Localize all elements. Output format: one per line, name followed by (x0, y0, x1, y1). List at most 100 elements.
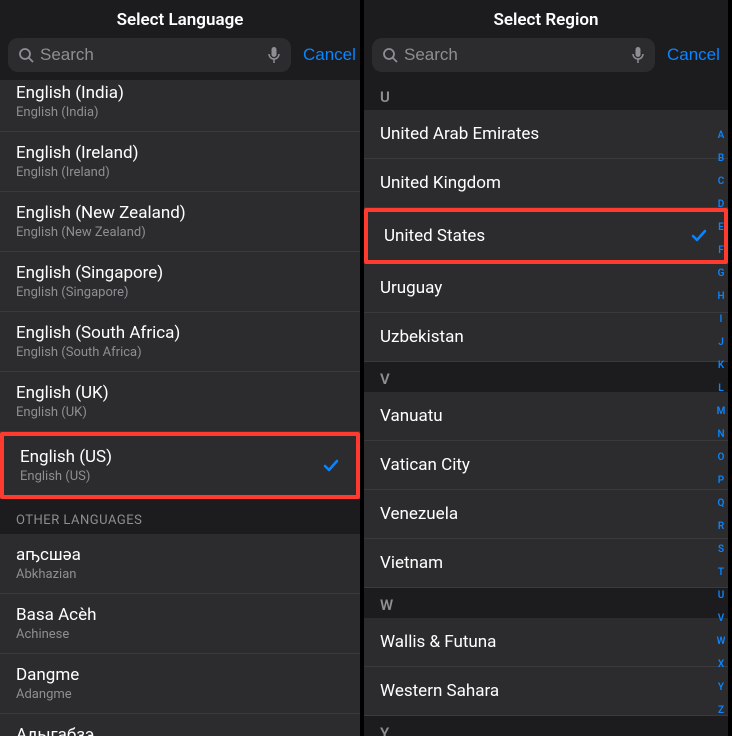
index-letter[interactable]: V (718, 613, 725, 625)
item-subtitle: English (South Africa) (16, 345, 344, 361)
index-letter[interactable]: I (720, 314, 723, 326)
index-letter[interactable]: N (717, 429, 724, 441)
index-letter[interactable]: T (718, 567, 724, 579)
section-letter-v: V (364, 362, 728, 392)
list-item[interactable]: DangmeAdangme (0, 654, 360, 714)
list-item[interactable]: аҧсшәаAbkhazian (0, 534, 360, 594)
cancel-button[interactable]: Cancel (299, 45, 360, 65)
page-title: Select Language (0, 0, 360, 38)
list-item[interactable]: English (New Zealand)English (New Zealan… (0, 192, 360, 252)
list-item[interactable]: Vanuatu (364, 392, 728, 441)
item-subtitle: English (New Zealand) (16, 225, 344, 241)
item-title: Western Sahara (380, 680, 712, 702)
search-input[interactable] (404, 45, 625, 65)
list-item[interactable]: United States (364, 208, 728, 264)
item-title: English (US) (20, 446, 340, 468)
index-letter[interactable]: H (717, 291, 724, 303)
item-subtitle: English (Ireland) (16, 165, 344, 181)
list-item[interactable]: Wallis & Futuna (364, 618, 728, 667)
item-title: Vanuatu (380, 405, 712, 427)
item-subtitle: English (India) (16, 105, 344, 121)
list-item[interactable]: English (Singapore)English (Singapore) (0, 252, 360, 312)
item-title: Uzbekistan (380, 326, 712, 348)
item-title: English (Singapore) (16, 262, 344, 284)
index-letter[interactable]: L (718, 383, 723, 395)
mic-icon[interactable] (267, 46, 281, 64)
item-title: Basa Acèh (16, 604, 344, 626)
list-item[interactable]: English (US)English (US) (0, 432, 360, 499)
section-letter-y: Y (364, 716, 728, 736)
mic-icon[interactable] (631, 46, 645, 64)
item-title: English (India) (16, 82, 344, 104)
index-letter[interactable]: U (718, 590, 725, 602)
language-list[interactable]: English (India)English (India)English (I… (0, 80, 360, 736)
index-letter[interactable]: A (718, 130, 725, 142)
item-subtitle: English (Singapore) (16, 285, 344, 301)
index-letter[interactable]: O (718, 452, 725, 464)
index-letter[interactable]: B (718, 153, 724, 165)
index-letter[interactable]: Q (718, 498, 725, 510)
index-letter[interactable]: S (718, 544, 724, 556)
list-item[interactable]: United Arab Emirates (364, 110, 728, 159)
item-title: United Arab Emirates (380, 123, 712, 145)
item-title: English (South Africa) (16, 322, 344, 344)
item-title: Venezuela (380, 503, 712, 525)
search-box[interactable] (8, 38, 291, 72)
check-icon (690, 227, 708, 245)
item-title: Vietnam (380, 552, 712, 574)
alpha-index[interactable]: ABCDEFGHIJKLMNOPQRSTUVWXYZ (714, 120, 728, 726)
item-subtitle: English (UK) (16, 405, 344, 421)
index-letter[interactable]: F (718, 245, 724, 257)
item-subtitle: Adangme (16, 687, 344, 703)
index-letter[interactable]: K (718, 360, 724, 372)
region-list[interactable]: U United Arab Emirates United Kingdom Unit… (364, 80, 728, 736)
list-item[interactable]: Basa AcèhAchinese (0, 594, 360, 654)
index-letter[interactable]: Y (718, 682, 724, 694)
index-letter[interactable]: M (717, 406, 726, 418)
item-subtitle: English (US) (20, 469, 340, 485)
list-item[interactable]: United Kingdom (364, 159, 728, 208)
search-icon (18, 47, 34, 63)
section-letter-u: U (364, 80, 728, 110)
index-letter[interactable]: P (718, 475, 724, 487)
item-title: English (UK) (16, 382, 344, 404)
index-letter[interactable]: X (718, 659, 724, 671)
index-letter[interactable]: E (718, 222, 724, 234)
section-letter-w: W (364, 588, 728, 618)
list-item[interactable]: Western Sahara (364, 667, 728, 716)
item-subtitle: Achinese (16, 627, 344, 643)
list-item[interactable]: Адыгабзэ (0, 714, 360, 736)
item-title: United States (384, 225, 708, 247)
index-letter[interactable]: G (718, 268, 725, 280)
item-title: English (New Zealand) (16, 202, 344, 224)
index-letter[interactable]: W (717, 636, 726, 648)
list-item[interactable]: English (South Africa)English (South Afr… (0, 312, 360, 372)
index-letter[interactable]: Z (718, 705, 724, 717)
search-input[interactable] (40, 45, 261, 65)
search-row: Cancel (364, 38, 728, 80)
list-item[interactable]: English (India)English (India) (0, 80, 360, 132)
item-title: Uruguay (380, 277, 712, 299)
index-letter[interactable]: D (718, 199, 725, 211)
page-title: Select Region (364, 0, 728, 38)
section-header-other: OTHER LANGUAGES (0, 499, 360, 534)
list-item[interactable]: English (Ireland)English (Ireland) (0, 132, 360, 192)
index-letter[interactable]: R (718, 521, 724, 533)
list-item[interactable]: Uzbekistan (364, 313, 728, 362)
list-item[interactable]: Vietnam (364, 539, 728, 588)
check-icon (322, 457, 340, 475)
item-title: United Kingdom (380, 172, 712, 194)
region-pane: Select Region Cancel U United Arab Emira… (364, 0, 728, 736)
item-title: Wallis & Futuna (380, 631, 712, 653)
search-row: Cancel (0, 38, 360, 80)
search-icon (382, 47, 398, 63)
index-letter[interactable]: C (718, 176, 725, 188)
cancel-button[interactable]: Cancel (663, 45, 724, 65)
list-item[interactable]: English (UK)English (UK) (0, 372, 360, 432)
list-item[interactable]: Venezuela (364, 490, 728, 539)
list-item[interactable]: Uruguay (364, 264, 728, 313)
index-letter[interactable]: J (718, 337, 724, 349)
search-box[interactable] (372, 38, 655, 72)
list-item[interactable]: Vatican City (364, 441, 728, 490)
item-title: Адыгабзэ (16, 724, 344, 736)
